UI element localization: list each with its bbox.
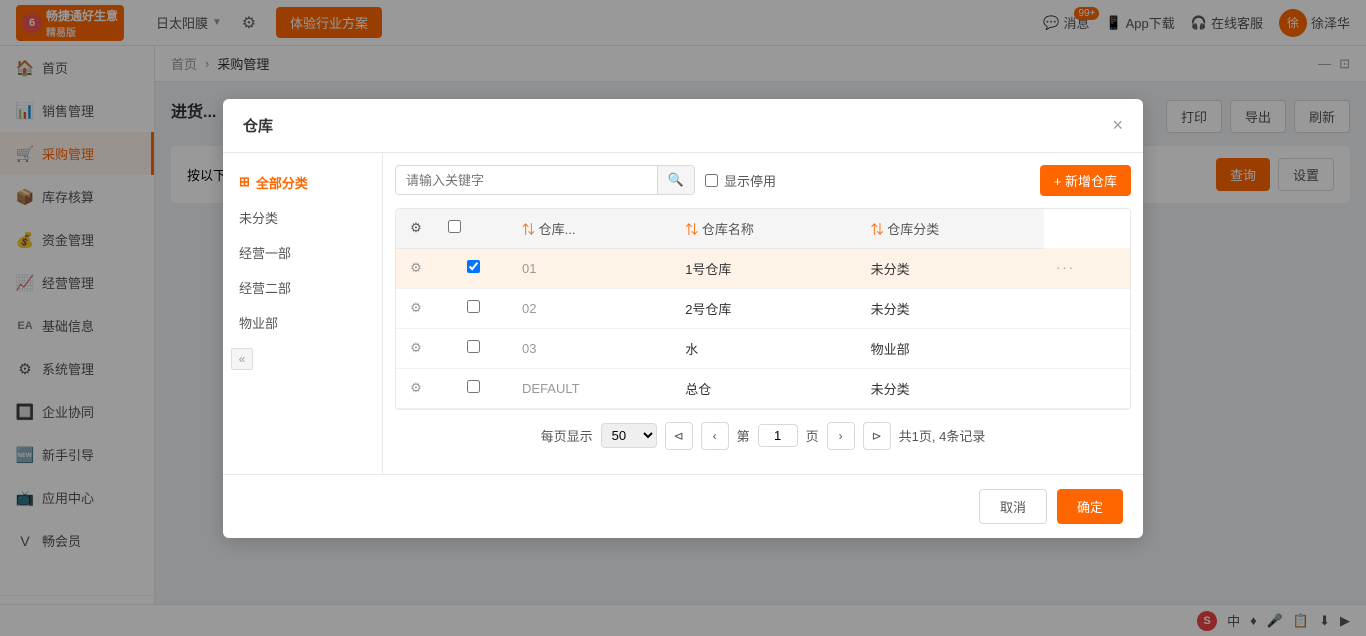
row-checkbox[interactable] bbox=[467, 260, 480, 273]
modal-close-button[interactable]: × bbox=[1112, 116, 1123, 134]
row-gear-icon[interactable]: ⚙ bbox=[410, 300, 422, 315]
table-row[interactable]: ⚙ 03 水 物业部 bbox=[396, 328, 1130, 368]
row-checkbox-cell bbox=[436, 288, 510, 328]
row-checkbox[interactable] bbox=[467, 340, 480, 353]
category-ops1[interactable]: 经营一部 bbox=[223, 235, 382, 270]
more-button[interactable]: ··· bbox=[1056, 260, 1075, 275]
row-checkbox-cell bbox=[436, 368, 510, 408]
row-code: DEFAULT bbox=[510, 368, 673, 408]
page-first-button[interactable]: ⊲ bbox=[665, 422, 693, 450]
row-settings-cell: ⚙ bbox=[396, 248, 436, 288]
row-category: 未分类 bbox=[859, 368, 1044, 408]
row-code: 03 bbox=[510, 328, 673, 368]
row-code: 01 bbox=[510, 248, 673, 288]
page-last-button[interactable]: ⊳ bbox=[863, 422, 891, 450]
grid-icon: ⊞ bbox=[239, 174, 250, 190]
collapse-sidebar-button[interactable]: « bbox=[231, 348, 253, 370]
row-checkbox-cell bbox=[436, 328, 510, 368]
modal-footer: 取消 确定 bbox=[223, 474, 1143, 538]
page-prev-button[interactable]: ‹ bbox=[701, 422, 729, 450]
row-gear-icon[interactable]: ⚙ bbox=[410, 380, 422, 395]
th-category[interactable]: ⇅ 仓库分类 bbox=[859, 209, 1044, 249]
modal-header: 仓库 × bbox=[223, 99, 1143, 153]
row-category: 未分类 bbox=[859, 248, 1044, 288]
cancel-button[interactable]: 取消 bbox=[979, 489, 1047, 524]
table-row[interactable]: ⚙ 02 2号仓库 未分类 bbox=[396, 288, 1130, 328]
row-more-cell[interactable]: ··· bbox=[1044, 248, 1130, 288]
row-category: 物业部 bbox=[859, 328, 1044, 368]
sort-icon3: ⇅ bbox=[871, 222, 884, 237]
th-checkbox bbox=[436, 209, 510, 249]
row-gear-icon[interactable]: ⚙ bbox=[410, 340, 422, 355]
row-code: 02 bbox=[510, 288, 673, 328]
row-name: 1号仓库 bbox=[673, 248, 858, 288]
select-all-checkbox[interactable] bbox=[448, 220, 461, 233]
search-box: 🔍 bbox=[395, 165, 695, 195]
add-warehouse-button[interactable]: + 新增仓库 bbox=[1040, 165, 1131, 196]
search-button[interactable]: 🔍 bbox=[657, 166, 694, 194]
th-code[interactable]: ⇅ 仓库... bbox=[510, 209, 673, 249]
show-disabled-checkbox[interactable] bbox=[705, 174, 718, 187]
row-settings-cell: ⚙ bbox=[396, 328, 436, 368]
modal-category-sidebar: ⊞ 全部分类 未分类 经营一部 经营二部 物业部 « bbox=[223, 153, 383, 474]
per-page-select[interactable]: 50 100 bbox=[601, 423, 657, 448]
confirm-button[interactable]: 确定 bbox=[1057, 489, 1123, 524]
row-name: 2号仓库 bbox=[673, 288, 858, 328]
table-header-row: ⚙ ⇅ 仓库... ⇅ bbox=[396, 209, 1130, 249]
category-ops2[interactable]: 经营二部 bbox=[223, 270, 382, 305]
row-checkbox-cell bbox=[436, 248, 510, 288]
page-next-button[interactable]: › bbox=[827, 422, 855, 450]
row-settings-cell: ⚙ bbox=[396, 368, 436, 408]
warehouse-modal: 仓库 × ⊞ 全部分类 未分类 经营一部 经营二部 bbox=[223, 99, 1143, 538]
row-checkbox[interactable] bbox=[467, 300, 480, 313]
row-checkbox[interactable] bbox=[467, 380, 480, 393]
modal-body: ⊞ 全部分类 未分类 经营一部 经营二部 物业部 « bbox=[223, 153, 1143, 474]
category-all[interactable]: ⊞ 全部分类 bbox=[223, 165, 382, 200]
row-settings-cell: ⚙ bbox=[396, 288, 436, 328]
th-settings: ⚙ bbox=[396, 209, 436, 249]
page-unit-label: 页 bbox=[806, 426, 819, 445]
category-none[interactable]: 未分类 bbox=[223, 200, 382, 235]
row-name: 水 bbox=[673, 328, 858, 368]
modal-overlay: 仓库 × ⊞ 全部分类 未分类 经营一部 经营二部 bbox=[0, 0, 1366, 636]
row-category: 未分类 bbox=[859, 288, 1044, 328]
page-input[interactable] bbox=[758, 424, 798, 447]
th-name[interactable]: ⇅ 仓库名称 bbox=[673, 209, 858, 249]
modal-toolbar: 🔍 显示停用 + 新增仓库 bbox=[395, 165, 1131, 196]
row-gear-icon[interactable]: ⚙ bbox=[410, 260, 422, 275]
page-label: 第 bbox=[737, 426, 750, 445]
warehouse-table: ⚙ ⇅ 仓库... ⇅ bbox=[395, 208, 1131, 410]
per-page-label: 每页显示 bbox=[541, 426, 593, 445]
modal-title: 仓库 bbox=[243, 115, 273, 136]
sort-icon2: ⇅ bbox=[685, 222, 698, 237]
table-row[interactable]: ⚙ 01 1号仓库 未分类 ··· bbox=[396, 248, 1130, 288]
show-disabled-label: 显示停用 bbox=[724, 171, 776, 190]
sort-icon: ⇅ bbox=[522, 222, 535, 237]
category-property[interactable]: 物业部 bbox=[223, 305, 382, 340]
total-label: 共1页, 4条记录 bbox=[899, 426, 986, 445]
modal-main-content: 🔍 显示停用 + 新增仓库 ⚙ bbox=[383, 153, 1143, 474]
row-name: 总仓 bbox=[673, 368, 858, 408]
table-row[interactable]: ⚙ DEFAULT 总仓 未分类 bbox=[396, 368, 1130, 408]
show-disabled-checkbox-group: 显示停用 bbox=[705, 171, 776, 190]
gear-icon: ⚙ bbox=[410, 220, 422, 235]
search-input[interactable] bbox=[396, 167, 657, 194]
pagination: 每页显示 50 100 ⊲ ‹ 第 页 › ⊳ 共1页, 4条记录 bbox=[395, 410, 1131, 462]
